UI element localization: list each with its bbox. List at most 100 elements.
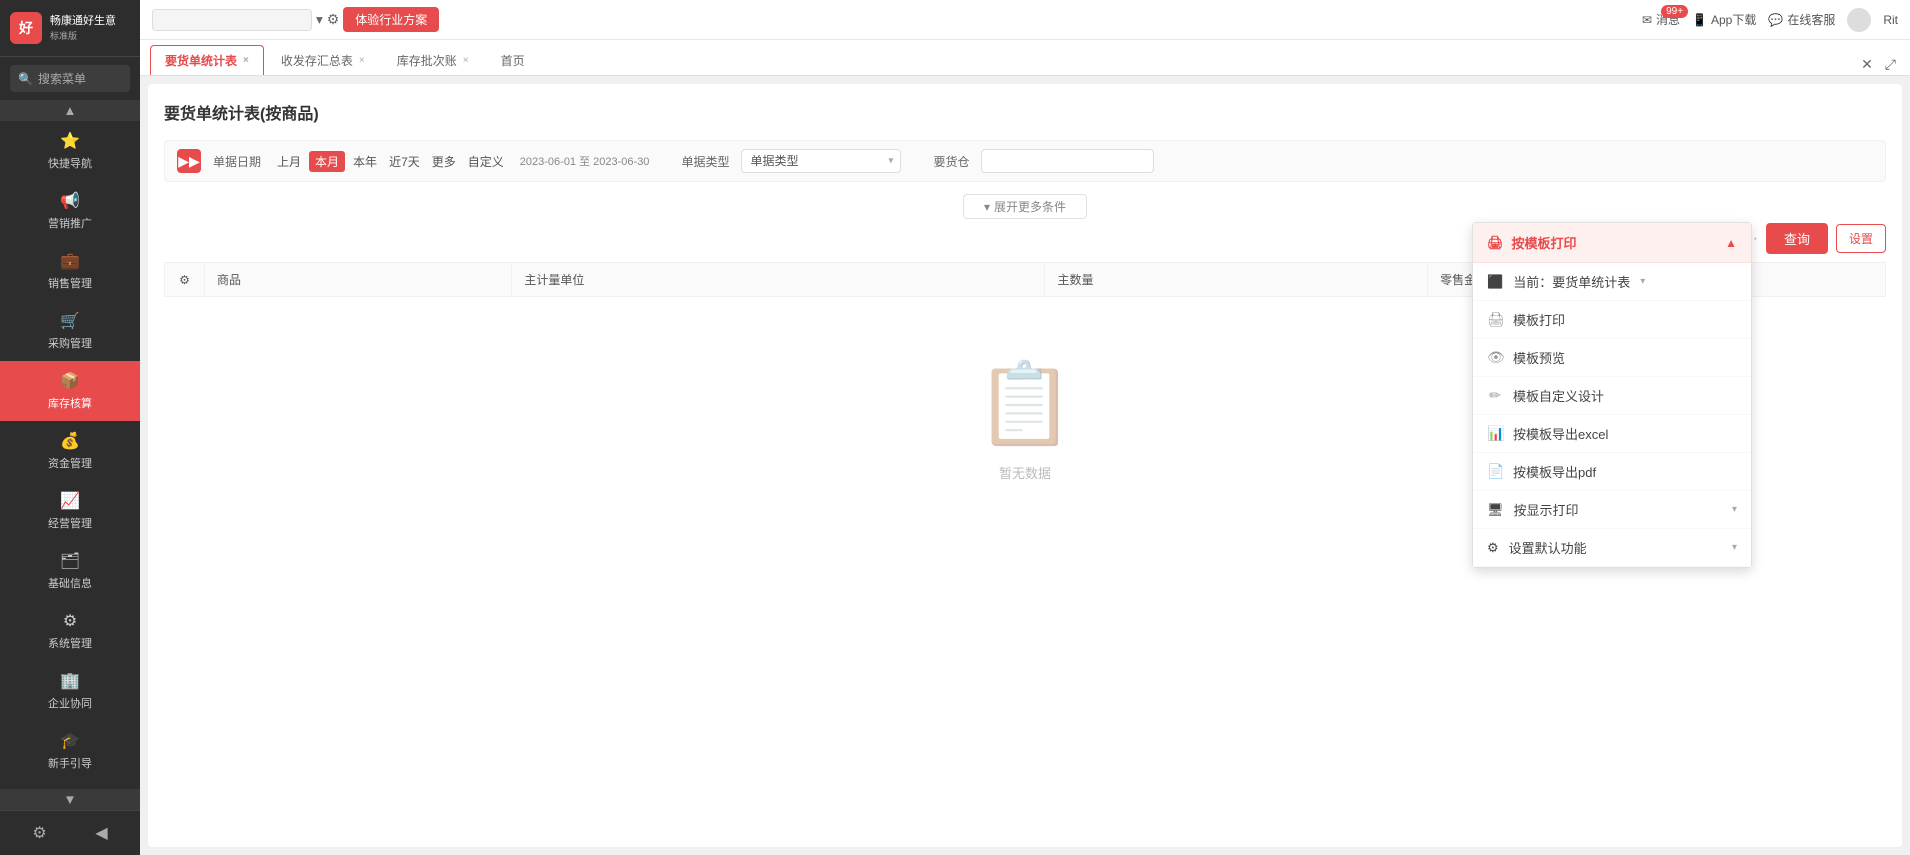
date-filter-label: 单据日期	[213, 153, 261, 170]
sidebar-item-资金管理[interactable]: 💰资金管理	[0, 421, 140, 481]
col-header-主数量: 主数量	[1045, 263, 1428, 297]
app-download-action[interactable]: 📱 App下载	[1692, 11, 1756, 28]
sidebar-item-经营管理[interactable]: 📈经营管理	[0, 481, 140, 541]
search-menu-label: 搜索菜单	[38, 70, 86, 87]
online-service-action[interactable]: 💬 在线客服	[1768, 11, 1835, 28]
nav-icon: 🎓	[60, 731, 80, 751]
topbar-gear-button[interactable]: ⚙	[327, 11, 340, 28]
trial-button[interactable]: 体验行业方案	[343, 7, 439, 32]
nav-icon: 📢	[60, 191, 80, 211]
nav-label: 新手引导	[48, 755, 92, 771]
filter-toggle-button[interactable]: ▶▶	[177, 149, 201, 173]
date-btn-本月[interactable]: 本月	[309, 151, 345, 172]
display-print-label: 按显示打印	[1514, 500, 1579, 519]
topbar-dropdown-button[interactable]: ▾	[316, 12, 323, 28]
tab-label: 首页	[501, 52, 525, 69]
window-maximize-button[interactable]: ⤢	[1881, 54, 1900, 75]
set-default-item[interactable]: ⚙ 设置默认功能 ▾	[1473, 529, 1751, 567]
filter-row-1: ▶▶ 单据日期 上月本月本年近7天更多自定义 2023-06-01 至 2023…	[164, 140, 1886, 182]
tab-首页[interactable]: 首页	[486, 45, 540, 75]
tab-close-icon[interactable]: ×	[463, 55, 469, 66]
nav-label: 系统管理	[48, 635, 92, 651]
sidebar-item-快捷导航[interactable]: ⭐快捷导航	[0, 121, 140, 181]
search-menu-button[interactable]: 🔍 搜索菜单	[10, 65, 130, 92]
print-dropdown: 🖨 按模板打印 ▲ ⬛ 当前：要货单统计表 ▾ 🖨模板打印👁模板预览✏模板自定义…	[1472, 222, 1752, 568]
sidebar-item-销售管理[interactable]: 💼销售管理	[0, 241, 140, 301]
sidebar-item-采购管理[interactable]: 🛒采购管理	[0, 301, 140, 361]
print-item-按模板导出excel[interactable]: 📊 按模板导出excel	[1473, 415, 1751, 453]
nav-label: 资金管理	[48, 455, 92, 471]
col-header-gear[interactable]: ⚙	[165, 263, 205, 297]
current-template-item[interactable]: ⬛ 当前：要货单统计表 ▾	[1473, 263, 1751, 301]
nav-icon: 📦	[60, 371, 80, 391]
service-icon: 💬	[1768, 13, 1783, 27]
nav-icon: 🏢	[60, 671, 80, 691]
tab-close-icon[interactable]: ×	[359, 55, 365, 66]
sidebar-item-应用中心[interactable]: 📱应用中心	[0, 781, 140, 789]
print-item-按模板导出pdf[interactable]: 📄按模板导出pdf	[1473, 453, 1751, 491]
expand-more-button[interactable]: ▾ 展开更多条件	[963, 194, 1087, 219]
user-avatar[interactable]	[1847, 8, 1871, 32]
nav-label: 库存核算	[48, 395, 92, 411]
sidebar-item-基础信息[interactable]: 🗂基础信息	[0, 541, 140, 601]
goods-filter-label: 要货仓	[933, 153, 969, 170]
sidebar-item-系统管理[interactable]: ⚙系统管理	[0, 601, 140, 661]
empty-icon: 📋	[975, 357, 1075, 451]
logo-text-block: 畅康通好生意 标准版	[50, 14, 116, 41]
sidebar-search-area: 🔍 搜索菜单	[0, 57, 140, 100]
date-btn-本年[interactable]: 本年	[349, 151, 381, 172]
date-filter-buttons: 上月本月本年近7天更多自定义	[273, 151, 508, 172]
sidebar-item-新手引导[interactable]: 🎓 新手引导	[0, 721, 140, 781]
print-dropdown-header[interactable]: 🖨 按模板打印 ▲	[1473, 223, 1751, 263]
expand-label: 展开更多条件	[994, 198, 1066, 215]
nav-label: 基础信息	[48, 575, 92, 591]
tab-close-icon[interactable]: ×	[243, 55, 249, 66]
topbar-search-input[interactable]	[152, 9, 312, 31]
tab-要货单统计表[interactable]: 要货单统计表×	[150, 45, 264, 75]
sidebar-logo: 好 畅康通好生意 标准版	[0, 0, 140, 57]
print-dropdown-title: 按模板打印	[1512, 233, 1577, 252]
nav-label: 营销推广	[48, 215, 92, 231]
sidebar-scroll-down-button[interactable]: ▼	[0, 789, 140, 810]
display-print-left: 🖥 按显示打印	[1487, 500, 1579, 519]
sidebar-collapse-button[interactable]: ◀	[91, 819, 111, 847]
print-item-模板预览[interactable]: 👁模板预览	[1473, 339, 1751, 377]
tab-库存批次账[interactable]: 库存批次账×	[382, 45, 484, 75]
set-default-chevron-icon: ▾	[1732, 542, 1737, 553]
message-icon: ✉	[1642, 13, 1652, 27]
tab-收发存汇总表[interactable]: 收发存汇总表×	[266, 45, 380, 75]
print-dropdown-title-area: 🖨 按模板打印	[1487, 233, 1577, 252]
expand-more-bar: ▾ 展开更多条件	[164, 190, 1886, 223]
username-label: Rit	[1883, 13, 1898, 27]
date-btn-近7天[interactable]: 近7天	[385, 151, 424, 172]
nav-icon: ⭐	[60, 131, 80, 151]
settings-button[interactable]: 设置	[1836, 224, 1886, 253]
current-template-chevron-icon: ▾	[1640, 276, 1645, 287]
set-default-icon: ⚙	[1487, 540, 1499, 556]
sidebar-item-营销推广[interactable]: 📢 营销推广	[0, 181, 140, 241]
print-item-icon: 📊	[1487, 425, 1503, 442]
date-btn-上月[interactable]: 上月	[273, 151, 305, 172]
messages-action[interactable]: ✉ 消息 99+	[1642, 11, 1680, 28]
goods-filter-input[interactable]	[981, 149, 1154, 173]
sidebar-footer: ⚙ ◀	[0, 810, 140, 855]
empty-text: 暂无数据	[999, 463, 1051, 482]
print-item-模板自定义设计[interactable]: ✏模板自定义设计	[1473, 377, 1751, 415]
type-select-wrap: 单据类型	[741, 149, 901, 173]
sidebar-item-企业协同[interactable]: 🏢企业协同	[0, 661, 140, 721]
print-item-label: 模板自定义设计	[1513, 386, 1604, 405]
sidebar-settings-button[interactable]: ⚙	[28, 819, 50, 847]
display-print-item[interactable]: 🖥 按显示打印 ▾	[1473, 491, 1751, 529]
download-icon: 📱	[1692, 13, 1707, 27]
nav-label: 采购管理	[48, 335, 92, 351]
sidebar-item-库存核算[interactable]: 📦 库存核算	[0, 361, 140, 421]
date-btn-更多[interactable]: 更多	[428, 151, 460, 172]
print-item-label: 按模板导出excel	[1513, 424, 1608, 443]
type-select[interactable]: 单据类型	[741, 149, 901, 173]
date-btn-自定义[interactable]: 自定义	[464, 151, 508, 172]
window-close-button[interactable]: ✕	[1857, 54, 1877, 75]
sidebar-scroll-up-button[interactable]: ▲	[0, 100, 140, 121]
query-button[interactable]: 查询	[1766, 223, 1828, 254]
col-header-主计量单位: 主计量单位	[512, 263, 1045, 297]
print-item-模板打印[interactable]: 🖨模板打印	[1473, 301, 1751, 339]
